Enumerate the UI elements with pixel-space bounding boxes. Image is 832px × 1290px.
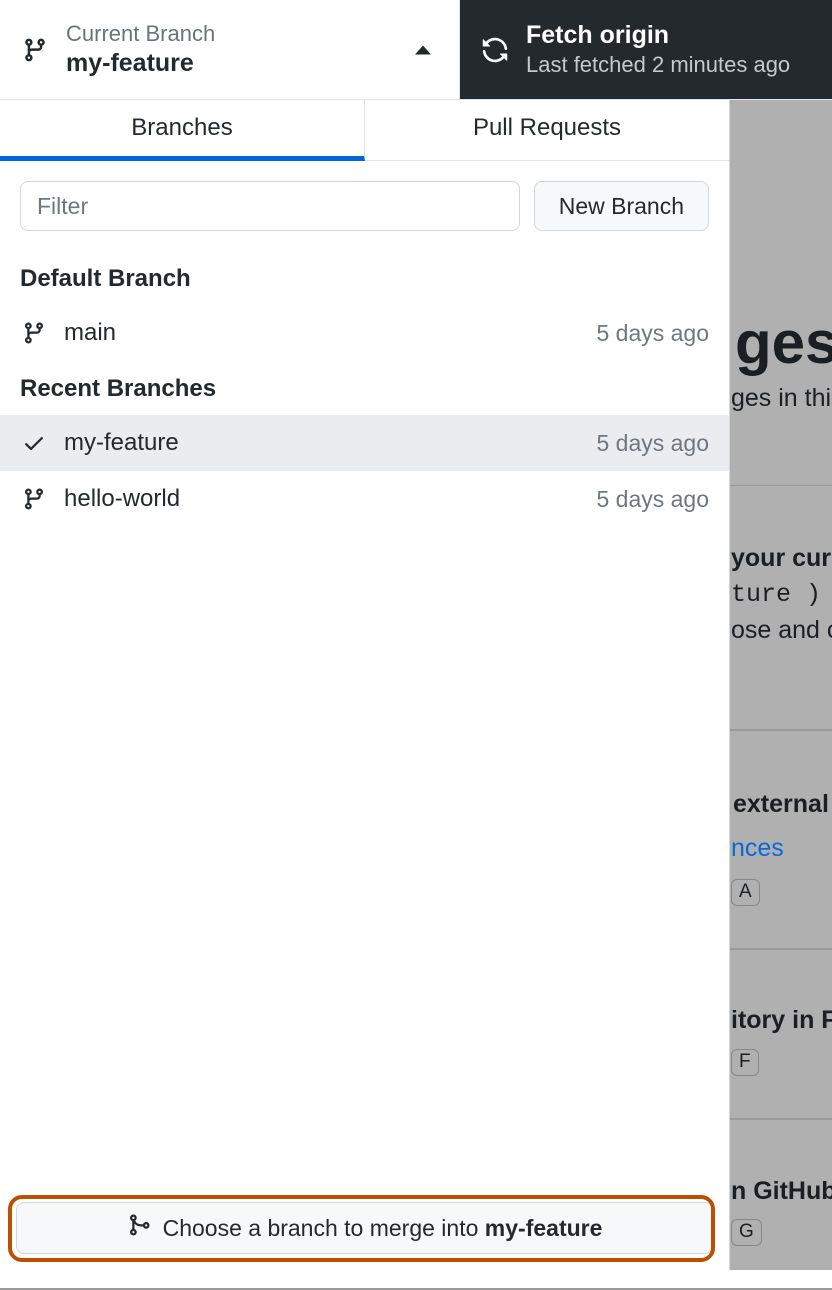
bg-text-fragment: n GitHub (731, 1177, 832, 1206)
bg-heading-fragment: ges (735, 308, 832, 377)
bg-text-fragment: itory in F (731, 1006, 832, 1035)
branch-time: 5 days ago (596, 486, 709, 513)
branch-time: 5 days ago (596, 320, 709, 347)
default-branch-list: main 5 days ago (0, 305, 729, 361)
bg-kbd-fragment: A (731, 879, 760, 906)
toolbar: Current Branch my-feature Fetch origin L… (0, 0, 832, 100)
branch-name: my-feature (64, 429, 580, 457)
current-branch-value: my-feature (66, 49, 215, 78)
bg-kbd-fragment: F (731, 1049, 759, 1076)
current-branch-label: Current Branch (66, 21, 215, 47)
bg-kbd-fragment: G (731, 1219, 762, 1246)
recent-branches-list: my-feature 5 days ago hello-world 5 days… (0, 415, 729, 527)
fetch-origin-label: Fetch origin (526, 21, 790, 50)
fetch-origin-button[interactable]: Fetch origin Last fetched 2 minutes ago (460, 0, 832, 99)
branch-item-my-feature[interactable]: my-feature 5 days ago (0, 415, 729, 471)
branch-name: main (64, 319, 580, 347)
current-branch-button[interactable]: Current Branch my-feature (0, 0, 460, 99)
merge-branch-button[interactable]: Choose a branch to merge into my-feature (16, 1202, 713, 1254)
git-branch-icon (20, 485, 48, 513)
bg-text-fragment: ture ) is a (731, 580, 832, 609)
tab-branches[interactable]: Branches (0, 100, 365, 161)
bg-text-fragment: your curr (731, 544, 832, 573)
branch-item-main[interactable]: main 5 days ago (0, 305, 729, 361)
default-branch-header: Default Branch (0, 251, 729, 305)
git-branch-icon (20, 319, 48, 347)
bg-text-fragment: external (733, 790, 829, 819)
git-merge-icon (127, 1213, 151, 1243)
check-icon (20, 429, 48, 457)
merge-button-text: Choose a branch to merge into my-feature (163, 1215, 603, 1242)
filter-input[interactable] (20, 181, 520, 231)
branch-item-hello-world[interactable]: hello-world 5 days ago (0, 471, 729, 527)
branch-name: hello-world (64, 485, 580, 513)
bg-text-fragment: ose and c (731, 616, 832, 645)
sync-icon (480, 35, 510, 65)
bg-link-fragment: nces (731, 834, 784, 863)
git-branch-icon (20, 35, 50, 65)
tab-pull-requests[interactable]: Pull Requests (365, 100, 729, 160)
branch-dropdown: Branches Pull Requests New Branch Defaul… (0, 100, 730, 1270)
caret-up-icon (415, 45, 431, 54)
dropdown-tabs: Branches Pull Requests (0, 100, 729, 161)
fetch-origin-status: Last fetched 2 minutes ago (526, 52, 790, 78)
recent-branches-header: Recent Branches (0, 361, 729, 415)
branch-time: 5 days ago (596, 430, 709, 457)
bg-text-fragment: ges in this (731, 384, 832, 413)
new-branch-button[interactable]: New Branch (534, 181, 709, 231)
